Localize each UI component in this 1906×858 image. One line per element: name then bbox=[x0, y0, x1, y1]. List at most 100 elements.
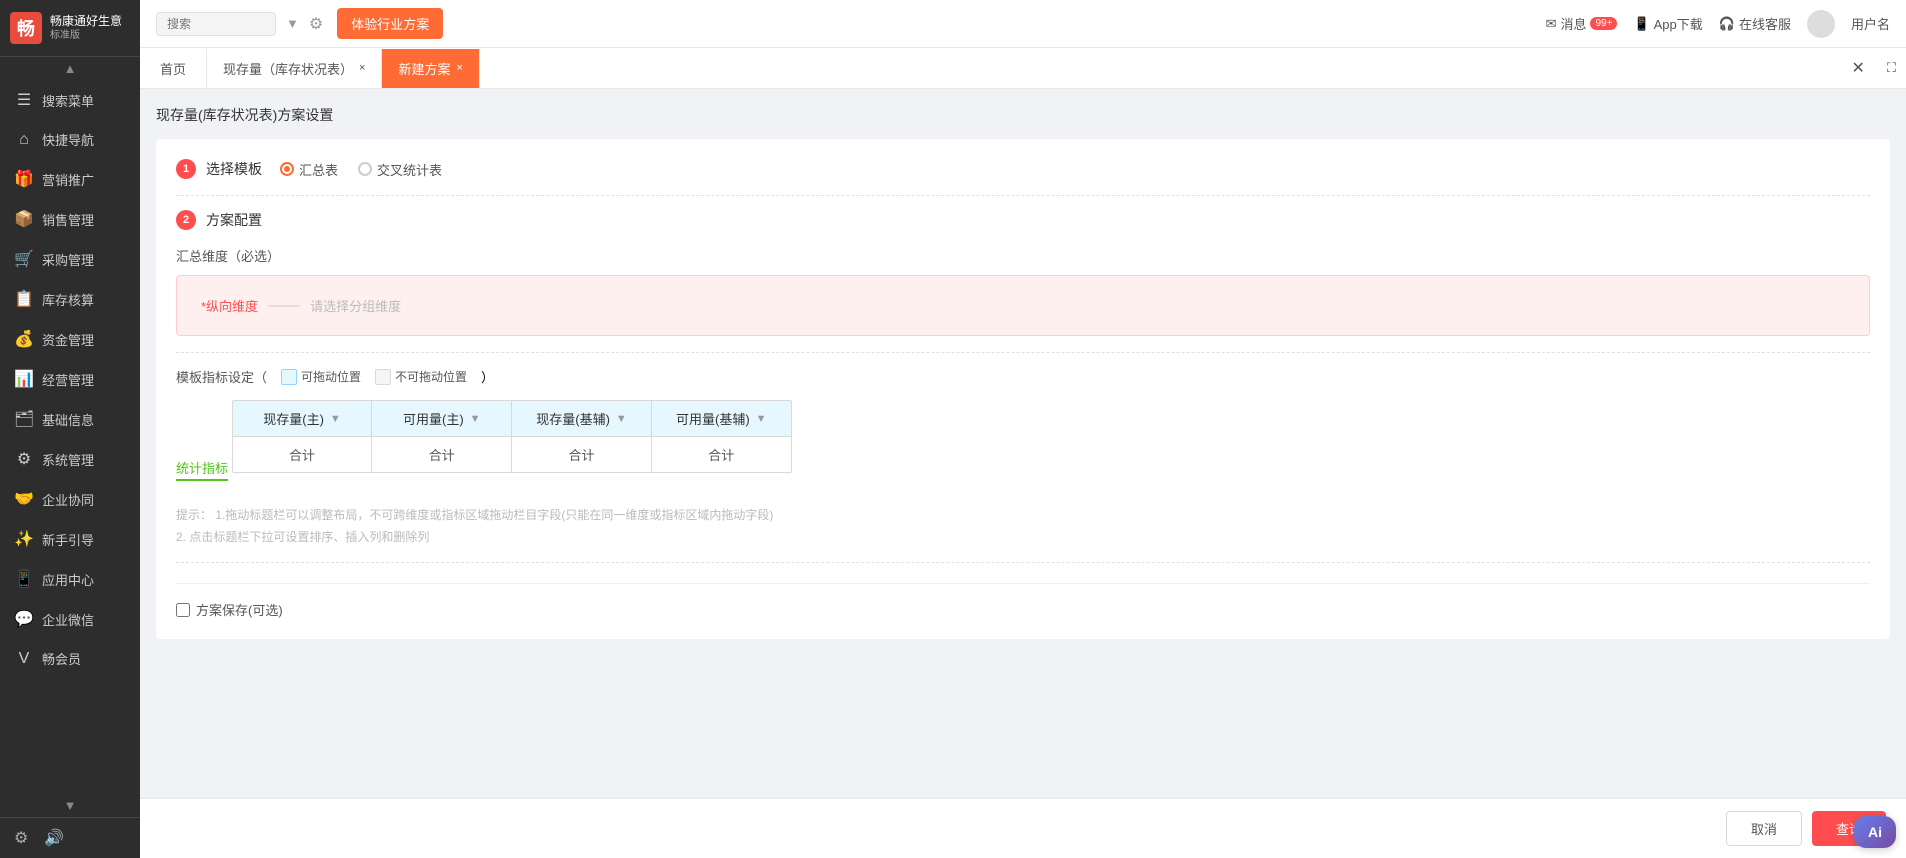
sidebar-item-operations[interactable]: 📊 经营管理 bbox=[0, 359, 140, 399]
stats-col-2-body: 合计 bbox=[372, 437, 511, 472]
inventory-icon: 📋 bbox=[14, 289, 34, 309]
sound-bottom-icon[interactable]: 🔊 bbox=[44, 828, 64, 848]
save-label: 方案保存(可选) bbox=[196, 600, 283, 619]
stats-col-1: 现存量(主) ▼ 合计 bbox=[233, 401, 373, 472]
sidebar-item-inventory[interactable]: 📋 库存核算 bbox=[0, 279, 140, 319]
sidebar-item-app-center[interactable]: 📱 应用中心 bbox=[0, 559, 140, 599]
tab-expand-icon[interactable]: ⛶ bbox=[1877, 50, 1906, 86]
radio-cross[interactable]: 交叉统计表 bbox=[358, 160, 442, 179]
message-item[interactable]: ✉ 消息 99+ bbox=[1546, 14, 1618, 33]
sidebar-item-guide[interactable]: ✨ 新手引导 bbox=[0, 519, 140, 559]
guide-icon: ✨ bbox=[14, 529, 34, 549]
stats-col-4-body: 合计 bbox=[652, 437, 791, 472]
stats-col-2: 可用量(主) ▼ 合计 bbox=[372, 401, 512, 472]
stats-col-1-body: 合计 bbox=[233, 437, 372, 472]
step2-badge: 2 bbox=[176, 210, 196, 230]
message-icon: ✉ bbox=[1546, 16, 1557, 32]
divider-1 bbox=[176, 195, 1870, 196]
app-download-item[interactable]: 📱 App下载 bbox=[1633, 14, 1702, 33]
basic-info-icon: 🗂 bbox=[14, 409, 34, 429]
not-draggable-tag-box bbox=[375, 369, 391, 385]
step2-row: 2 方案配置 bbox=[176, 210, 1870, 230]
radio-summary[interactable]: 汇总表 bbox=[280, 160, 338, 179]
stats-table: 现存量(主) ▼ 合计 可用量(主) ▼ 合计 bbox=[232, 400, 792, 473]
member-icon: V bbox=[14, 650, 34, 668]
system-icon: ⚙ bbox=[14, 449, 34, 469]
stats-col-3-header[interactable]: 现存量(基辅) ▼ bbox=[512, 401, 651, 437]
enterprise-wechat-icon: 💬 bbox=[14, 609, 34, 629]
ai-float-button[interactable]: Ai bbox=[1854, 816, 1896, 848]
sidebar-menu: ☰ 搜索菜单 ⌂ 快捷导航 🎁 营销推广 📦 销售管理 🛒 采购管理 📋 库存核… bbox=[0, 80, 140, 794]
sidebar-item-basic-info[interactable]: 🗂 基础信息 bbox=[0, 399, 140, 439]
phone-icon: 📱 bbox=[1633, 16, 1649, 32]
settings-bottom-icon[interactable]: ⚙ bbox=[14, 828, 28, 848]
radio-summary-circle bbox=[280, 162, 294, 176]
topbar-search-dropdown[interactable]: ▼ bbox=[286, 16, 299, 31]
main-area: ▼ ⚙ 体验行业方案 ✉ 消息 99+ 📱 App下载 🎧 在线客服 用户名 首… bbox=[140, 0, 1906, 858]
sidebar-scroll-up[interactable]: ▲ bbox=[0, 57, 140, 80]
topbar-search-input[interactable] bbox=[156, 12, 276, 36]
step1-badge: 1 bbox=[176, 159, 196, 179]
sidebar-item-system[interactable]: ⚙ 系统管理 bbox=[0, 439, 140, 479]
stats-col-4: 可用量(基辅) ▼ 合计 bbox=[652, 401, 791, 472]
stats-col-1-header[interactable]: 现存量(主) ▼ bbox=[233, 401, 372, 437]
required-label: *纵向维度 bbox=[201, 296, 258, 315]
sidebar-item-marketing[interactable]: 🎁 营销推广 bbox=[0, 159, 140, 199]
divider-3 bbox=[176, 562, 1870, 563]
logo-text: 畅康通好生意 标准版 bbox=[50, 14, 122, 43]
stats-col-4-header[interactable]: 可用量(基辅) ▼ bbox=[652, 401, 791, 437]
stats-col-3-body: 合计 bbox=[512, 437, 651, 472]
draggable-tag-box bbox=[281, 369, 297, 385]
sidebar-item-sales[interactable]: 📦 销售管理 bbox=[0, 199, 140, 239]
stats-table-header: 现存量(主) ▼ 合计 可用量(主) ▼ 合计 bbox=[233, 401, 791, 472]
app-center-icon: 📱 bbox=[14, 569, 34, 589]
sidebar-item-quick-nav[interactable]: ⌂ 快捷导航 bbox=[0, 120, 140, 159]
sidebar-item-enterprise[interactable]: 🤝 企业协同 bbox=[0, 479, 140, 519]
topbar: ▼ ⚙ 体验行业方案 ✉ 消息 99+ 📱 App下载 🎧 在线客服 用户名 bbox=[140, 0, 1906, 48]
step2-label: 方案配置 bbox=[206, 210, 262, 230]
enterprise-icon: 🤝 bbox=[14, 489, 34, 509]
sidebar-item-search-menu[interactable]: ☰ 搜索菜单 bbox=[0, 80, 140, 120]
stats-label: 统计指标 bbox=[176, 458, 228, 481]
sidebar-logo: 畅 畅康通好生意 标准版 bbox=[0, 0, 140, 57]
user-avatar[interactable] bbox=[1807, 10, 1835, 38]
headset-icon: 🎧 bbox=[1719, 16, 1735, 32]
tip-1: 提示： 1.拖动标题栏可以调整布局，不可跨维度或指标区域拖动栏目字段(只能在同一… bbox=[176, 505, 1870, 527]
marketing-icon: 🎁 bbox=[14, 169, 34, 189]
tab-inventory-status[interactable]: 现存量（库存状况表） × bbox=[207, 49, 382, 88]
industry-plan-button[interactable]: 体验行业方案 bbox=[337, 8, 443, 39]
tab-inventory-close-icon[interactable]: × bbox=[359, 62, 365, 74]
divider-2 bbox=[176, 352, 1870, 353]
col2-chevron-icon: ▼ bbox=[470, 413, 481, 425]
content-area: 现存量(库存状况表)方案设置 1 选择模板 汇总表 交叉统计表 bbox=[140, 89, 1906, 798]
draggable-tag: 可拖动位置 bbox=[281, 368, 361, 385]
tabbar: 首页 现存量（库存状况表） × 新建方案 × ✕ ⛶ bbox=[140, 48, 1906, 89]
sidebar-item-finance[interactable]: 💰 资金管理 bbox=[0, 319, 140, 359]
tab-close-all-icon[interactable]: ✕ bbox=[1839, 48, 1876, 88]
sidebar-scroll-down[interactable]: ▼ bbox=[0, 794, 140, 817]
indicator-settings-row: 模板指标设定（ 可拖动位置 不可拖动位置 ） bbox=[176, 367, 1870, 386]
tab-new-plan-close-icon[interactable]: × bbox=[456, 62, 462, 74]
save-row: 方案保存(可选) bbox=[176, 583, 1870, 619]
radio-cross-circle bbox=[358, 162, 372, 176]
search-menu-icon: ☰ bbox=[14, 90, 34, 110]
sidebar-item-purchase[interactable]: 🛒 采购管理 bbox=[0, 239, 140, 279]
sidebar-item-member[interactable]: V 畅会员 bbox=[0, 639, 140, 678]
sidebar-item-enterprise-wechat[interactable]: 💬 企业微信 bbox=[0, 599, 140, 639]
col1-chevron-icon: ▼ bbox=[330, 413, 341, 425]
cancel-button[interactable]: 取消 bbox=[1726, 811, 1802, 846]
action-bar: 取消 查询 bbox=[140, 798, 1906, 858]
topbar-gear-icon[interactable]: ⚙ bbox=[309, 14, 323, 34]
save-checkbox[interactable] bbox=[176, 603, 190, 617]
template-radio-group: 汇总表 交叉统计表 bbox=[280, 160, 442, 179]
dimension-selector-box[interactable]: *纵向维度 —— 请选择分组维度 bbox=[176, 275, 1870, 336]
tab-home[interactable]: 首页 bbox=[140, 49, 207, 88]
stats-col-2-header[interactable]: 可用量(主) ▼ bbox=[372, 401, 511, 437]
tab-new-plan[interactable]: 新建方案 × bbox=[382, 49, 479, 88]
settings-card: 1 选择模板 汇总表 交叉统计表 2 方案配置 bbox=[156, 139, 1890, 639]
col3-chevron-icon: ▼ bbox=[616, 413, 627, 425]
online-service-item[interactable]: 🎧 在线客服 bbox=[1719, 14, 1791, 33]
stats-col-3: 现存量(基辅) ▼ 合计 bbox=[512, 401, 652, 472]
dimension-separator: —— bbox=[268, 297, 300, 315]
indicator-end: ） bbox=[481, 367, 494, 386]
